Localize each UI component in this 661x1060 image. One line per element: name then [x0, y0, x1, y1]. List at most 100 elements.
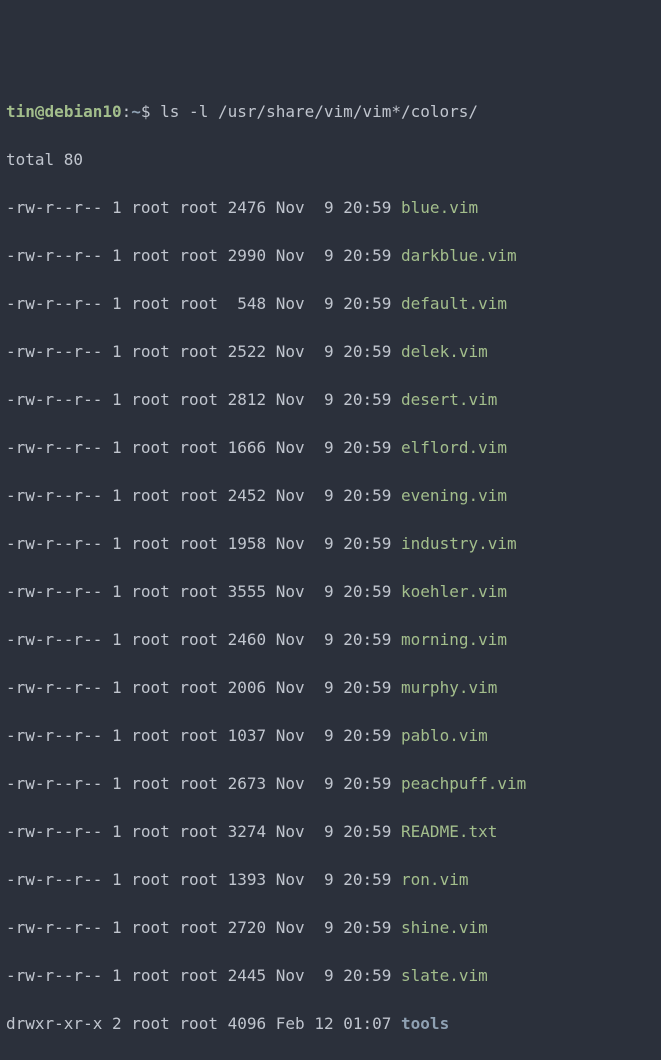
file-day: 9	[314, 390, 333, 409]
file-owner: root	[131, 726, 170, 745]
file-size: 1666	[228, 438, 267, 457]
file-name: peachpuff.vim	[401, 774, 526, 793]
file-permissions: -rw-r--r--	[6, 294, 102, 313]
file-permissions: -rw-r--r--	[6, 582, 102, 601]
file-permissions: -rw-r--r--	[6, 918, 102, 937]
file-month: Nov	[276, 870, 305, 889]
file-group: root	[179, 342, 218, 361]
file-time: 20:59	[343, 390, 391, 409]
file-row: -rw-r--r-- 1 root root 2720 Nov 9 20:59 …	[6, 916, 655, 940]
file-group: root	[179, 390, 218, 409]
prompt-dollar: $	[141, 102, 160, 121]
file-row: -rw-r--r-- 1 root root 2522 Nov 9 20:59 …	[6, 340, 655, 364]
file-row: -rw-r--r-- 1 root root 548 Nov 9 20:59 d…	[6, 292, 655, 316]
file-day: 12	[314, 1014, 333, 1033]
file-group: root	[179, 966, 218, 985]
file-links: 1	[112, 390, 122, 409]
file-owner: root	[131, 486, 170, 505]
file-month: Nov	[276, 438, 305, 457]
file-row: -rw-r--r-- 1 root root 2476 Nov 9 20:59 …	[6, 196, 655, 220]
file-day: 9	[314, 966, 333, 985]
file-links: 1	[112, 918, 122, 937]
file-owner: root	[131, 870, 170, 889]
file-month: Nov	[276, 822, 305, 841]
file-size: 2673	[228, 774, 267, 793]
prompt-host: debian10	[45, 102, 122, 121]
file-day: 9	[314, 678, 333, 697]
file-owner: root	[131, 342, 170, 361]
file-time: 01:07	[343, 1014, 391, 1033]
file-time: 20:59	[343, 678, 391, 697]
file-row: -rw-r--r-- 1 root root 1393 Nov 9 20:59 …	[6, 868, 655, 892]
file-row: drwxr-xr-x 2 root root 4096 Feb 12 01:07…	[6, 1012, 655, 1036]
file-links: 1	[112, 966, 122, 985]
file-size: 4096	[228, 1014, 267, 1033]
file-owner: root	[131, 294, 170, 313]
file-month: Nov	[276, 726, 305, 745]
file-links: 1	[112, 438, 122, 457]
file-month: Nov	[276, 582, 305, 601]
prompt-path: ~	[131, 102, 141, 121]
file-size: 3555	[228, 582, 267, 601]
file-month: Nov	[276, 630, 305, 649]
file-month: Nov	[276, 294, 305, 313]
file-day: 9	[314, 822, 333, 841]
file-size: 2006	[228, 678, 267, 697]
file-month: Nov	[276, 774, 305, 793]
file-permissions: -rw-r--r--	[6, 342, 102, 361]
file-owner: root	[131, 1014, 170, 1033]
file-size: 2460	[228, 630, 267, 649]
file-row: -rw-r--r-- 1 root root 1958 Nov 9 20:59 …	[6, 532, 655, 556]
file-owner: root	[131, 822, 170, 841]
file-row: -rw-r--r-- 1 root root 3274 Nov 9 20:59 …	[6, 820, 655, 844]
file-group: root	[179, 822, 218, 841]
file-links: 1	[112, 774, 122, 793]
file-group: root	[179, 486, 218, 505]
file-name: koehler.vim	[401, 582, 507, 601]
prompt-user: tin	[6, 102, 35, 121]
file-row: -rw-r--r-- 1 root root 2452 Nov 9 20:59 …	[6, 484, 655, 508]
file-time: 20:59	[343, 870, 391, 889]
file-day: 9	[314, 198, 333, 217]
file-time: 20:59	[343, 342, 391, 361]
file-name: delek.vim	[401, 342, 488, 361]
file-month: Nov	[276, 342, 305, 361]
file-name: evening.vim	[401, 486, 507, 505]
file-owner: root	[131, 918, 170, 937]
file-permissions: -rw-r--r--	[6, 246, 102, 265]
file-month: Nov	[276, 246, 305, 265]
file-time: 20:59	[343, 726, 391, 745]
file-permissions: -rw-r--r--	[6, 486, 102, 505]
file-links: 1	[112, 198, 122, 217]
file-name: pablo.vim	[401, 726, 488, 745]
file-month: Nov	[276, 198, 305, 217]
file-size: 2990	[228, 246, 267, 265]
file-day: 9	[314, 294, 333, 313]
file-time: 20:59	[343, 822, 391, 841]
file-links: 1	[112, 486, 122, 505]
file-group: root	[179, 774, 218, 793]
file-month: Nov	[276, 390, 305, 409]
file-permissions: -rw-r--r--	[6, 390, 102, 409]
file-listing: -rw-r--r-- 1 root root 2476 Nov 9 20:59 …	[6, 196, 655, 1060]
file-name: industry.vim	[401, 534, 517, 553]
file-time: 20:59	[343, 534, 391, 553]
file-day: 9	[314, 870, 333, 889]
file-group: root	[179, 534, 218, 553]
file-month: Nov	[276, 678, 305, 697]
total-line: total 80	[6, 148, 655, 172]
file-links: 1	[112, 342, 122, 361]
file-permissions: -rw-r--r--	[6, 822, 102, 841]
file-permissions: -rw-r--r--	[6, 630, 102, 649]
file-permissions: drwxr-xr-x	[6, 1014, 102, 1033]
file-day: 9	[314, 582, 333, 601]
file-time: 20:59	[343, 294, 391, 313]
file-owner: root	[131, 678, 170, 697]
file-row: -rw-r--r-- 1 root root 1666 Nov 9 20:59 …	[6, 436, 655, 460]
file-links: 1	[112, 294, 122, 313]
file-group: root	[179, 870, 218, 889]
file-permissions: -rw-r--r--	[6, 726, 102, 745]
file-owner: root	[131, 246, 170, 265]
file-name: slate.vim	[401, 966, 488, 985]
file-row: -rw-r--r-- 1 root root 2990 Nov 9 20:59 …	[6, 244, 655, 268]
